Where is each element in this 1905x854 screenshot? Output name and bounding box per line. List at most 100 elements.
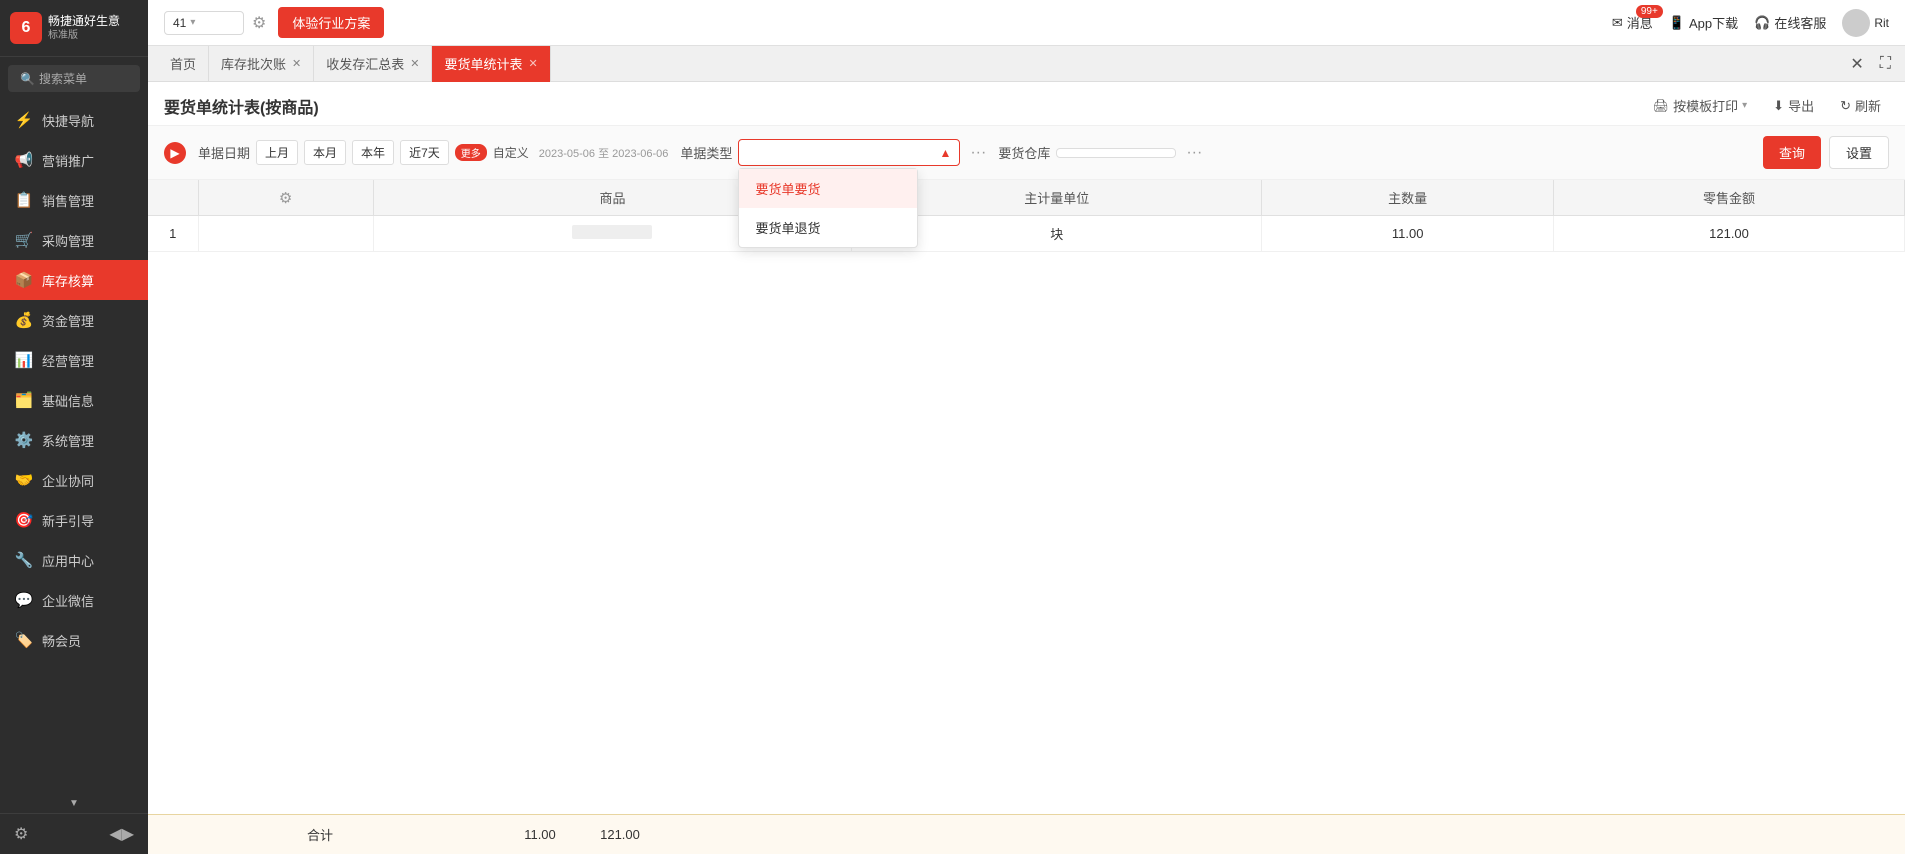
operations-icon: 📊: [14, 350, 34, 370]
tabbar-actions: ✕ ⛶: [1846, 52, 1895, 76]
sidebar-item-basic-info[interactable]: 🗂️基础信息: [0, 380, 148, 420]
export-btn[interactable]: ⬇ 导出: [1765, 92, 1822, 119]
app-center-icon: 🔧: [14, 550, 34, 570]
sidebar-item-member[interactable]: 🏷️ 畅会员: [0, 620, 148, 660]
row-quantity: 11.00: [1262, 216, 1554, 252]
sidebar-scroll-down[interactable]: ▼: [0, 794, 148, 813]
date-label: 单据日期: [198, 143, 250, 162]
member-icon: 🏷️: [14, 630, 34, 650]
doc-type-input[interactable]: [739, 140, 931, 165]
app-download-btn[interactable]: 📱 App下载: [1669, 13, 1738, 32]
company-selector[interactable]: 41 ▾: [164, 11, 244, 35]
tab-receive-summary[interactable]: 收发存汇总表 ✕: [314, 46, 432, 82]
tabbar: 首页库存批次账✕收发存汇总表✕要货单统计表✕ ✕ ⛶: [148, 46, 1905, 82]
more-date-badge[interactable]: 更多: [455, 144, 487, 161]
footer-quantity: 11.00: [500, 827, 580, 842]
tab-batch-account[interactable]: 库存批次账✕: [209, 46, 314, 82]
sidebar-search[interactable]: 🔍 搜索菜单: [8, 65, 140, 92]
sidebar-item-operations[interactable]: 📊 经营管理: [0, 340, 148, 380]
footer-label: 合计: [260, 825, 380, 844]
date-filter-group: 单据日期 上月 本月 本年 近7天 更多 自定义 2023-05-06 至 20…: [198, 140, 668, 165]
this-month-btn[interactable]: 本月: [304, 140, 346, 165]
sidebar-item-label: 新手引导: [42, 511, 94, 530]
user-avatar[interactable]: Rit: [1842, 9, 1889, 37]
sidebar-footer: ⚙ ◀▶: [0, 813, 148, 854]
doc-type-wrapper: ▲ 要货单要货要货单退货: [738, 139, 960, 166]
sidebar-item-marketing[interactable]: 📢营销推广: [0, 140, 148, 180]
message-btn[interactable]: ✉ 消息 99+: [1612, 13, 1653, 32]
warehouse-filter-group: 要货仓库 ···: [998, 143, 1202, 162]
custom-date-btn[interactable]: 自定义: [493, 144, 529, 161]
sidebar-item-enterprise[interactable]: 🤝企业协同: [0, 460, 148, 500]
doc-type-chevron-icon[interactable]: ▲: [931, 146, 959, 160]
settings-icon[interactable]: ⚙: [14, 824, 28, 844]
date-range-display: 2023-05-06 至 2023-06-06: [539, 145, 669, 161]
print-chevron-icon: ▾: [1742, 100, 1747, 111]
warehouse-dropdown[interactable]: [1056, 148, 1176, 158]
expand-btn[interactable]: ⛶: [1876, 53, 1895, 75]
filter-action-buttons: 查询 设置: [1763, 136, 1889, 169]
tab-close-icon[interactable]: ✕: [292, 57, 301, 70]
data-table: ⚙商品主计量单位主数量零售金额 1 块 11.00 121.00: [148, 180, 1905, 252]
this-year-btn[interactable]: 本年: [352, 140, 394, 165]
tab-order-stats[interactable]: 要货单统计表✕: [432, 46, 550, 82]
sidebar-item-app-center[interactable]: 🔧 应用中心: [0, 540, 148, 580]
sidebar-item-label: 经营管理: [42, 351, 94, 370]
table-body: 1 块 11.00 121.00: [148, 216, 1905, 252]
sidebar-item-label: 销售管理: [42, 191, 94, 210]
finance-icon: 💰: [14, 310, 34, 330]
topbar-left: 41 ▾ ⚙ 体验行业方案: [164, 7, 1612, 38]
quick-nav-icon: ⚡: [14, 110, 34, 130]
last-month-btn[interactable]: 上月: [256, 140, 298, 165]
sidebar-item-label: 应用中心: [42, 551, 94, 570]
sidebar-item-system[interactable]: ⚙️系统管理: [0, 420, 148, 460]
marketing-icon: 📢: [14, 150, 34, 170]
download-icon: 📱: [1669, 15, 1685, 31]
warehouse-more-icon[interactable]: ···: [1186, 144, 1202, 162]
topbar-settings-icon[interactable]: ⚙: [252, 13, 266, 33]
settings-button[interactable]: 设置: [1829, 136, 1889, 169]
sidebar-item-inventory[interactable]: 📦 库存核算: [0, 260, 148, 300]
refresh-btn[interactable]: ↻ 刷新: [1832, 92, 1889, 119]
filter-expand-btn[interactable]: ▶: [164, 142, 186, 164]
col-settings-icon[interactable]: ⚙: [279, 190, 292, 207]
sidebar-item-label: 快捷导航: [42, 111, 94, 130]
sidebar-item-label: 库存核算: [42, 271, 94, 290]
inventory-icon: 📦: [14, 270, 34, 290]
col-index: [148, 180, 198, 216]
sidebar-item-label: 畅会员: [42, 631, 81, 650]
sidebar-item-quick-nav[interactable]: ⚡ 快捷导航: [0, 100, 148, 140]
dropdown-option-return[interactable]: 要货单退货: [739, 208, 917, 247]
row-amount: 121.00: [1554, 216, 1905, 252]
collapse-icon[interactable]: ◀▶: [109, 824, 134, 844]
doc-type-dropdown[interactable]: ▲: [738, 139, 960, 166]
filter-more-icon[interactable]: ···: [970, 144, 986, 162]
trial-button[interactable]: 体验行业方案: [278, 7, 384, 38]
dropdown-option-order[interactable]: 要货单要货: [739, 169, 917, 208]
sidebar-item-finance[interactable]: 💰资金管理: [0, 300, 148, 340]
sidebar-logo: 6 畅捷通好生意 标准版: [0, 0, 148, 57]
page-title: 要货单统计表(按商品): [164, 94, 319, 118]
close-all-btn[interactable]: ✕: [1846, 52, 1867, 76]
online-service-btn[interactable]: 🎧 在线客服: [1754, 13, 1826, 32]
sidebar-item-sales[interactable]: 📋销售管理: [0, 180, 148, 220]
tab-close-icon[interactable]: ✕: [529, 57, 538, 70]
query-button[interactable]: 查询: [1763, 136, 1821, 169]
message-badge: 99+: [1636, 5, 1663, 18]
topbar-right: ✉ 消息 99+ 📱 App下载 🎧 在线客服 Rit: [1612, 9, 1889, 37]
refresh-icon: ↻: [1840, 98, 1851, 114]
sidebar-item-wechat[interactable]: 💬企业微信: [0, 580, 148, 620]
row-index: 1: [148, 216, 198, 252]
last-7-days-btn[interactable]: 近7天: [400, 140, 449, 165]
tab-close-icon[interactable]: ✕: [410, 57, 419, 70]
page-content: 要货单统计表(按商品) 🖨 按模板打印 ▾ ⬇ 导出 ↻ 刷新 ▶: [148, 82, 1905, 854]
footer-amount: 121.00: [580, 827, 660, 842]
purchase-icon: 🛒: [14, 230, 34, 250]
sidebar-item-guide[interactable]: 🎯新手引导: [0, 500, 148, 540]
print-btn[interactable]: 🖨 按模板打印 ▾: [1645, 92, 1756, 119]
wechat-icon: 💬: [14, 590, 34, 610]
tab-home[interactable]: 首页: [158, 46, 209, 82]
tab-label: 收发存汇总表: [326, 54, 404, 73]
sidebar-item-label: 基础信息: [42, 391, 94, 410]
sidebar-item-purchase[interactable]: 🛒采购管理: [0, 220, 148, 260]
